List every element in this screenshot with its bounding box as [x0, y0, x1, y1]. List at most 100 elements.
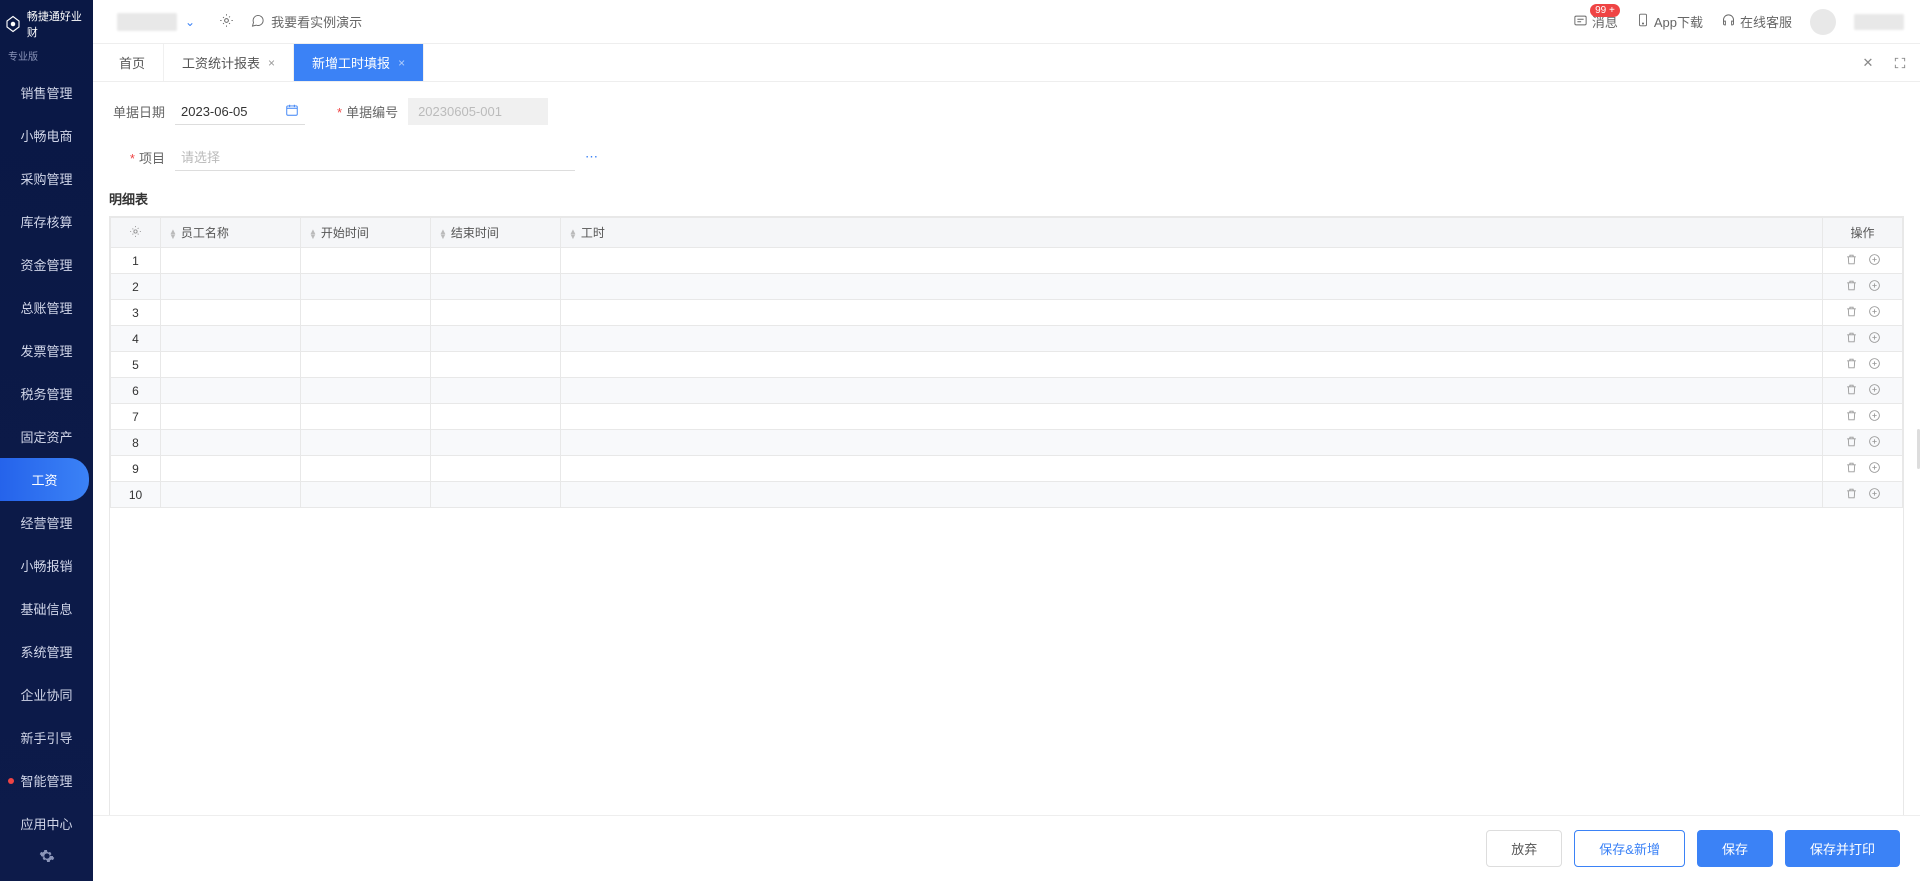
cell-start[interactable] — [301, 326, 431, 352]
add-row-icon[interactable] — [1868, 461, 1881, 477]
cell-hours[interactable] — [561, 326, 1823, 352]
tab-2[interactable]: 新增工时填报× — [294, 44, 424, 81]
cell-hours[interactable] — [561, 248, 1823, 274]
cell-hours[interactable] — [561, 300, 1823, 326]
cell-end[interactable] — [431, 404, 561, 430]
delete-row-icon[interactable] — [1845, 279, 1858, 295]
nav-item-6[interactable]: 发票管理 — [0, 329, 93, 372]
add-row-icon[interactable] — [1868, 331, 1881, 347]
col-end[interactable]: ▲▼结束时间 — [431, 218, 561, 248]
delete-row-icon[interactable] — [1845, 409, 1858, 425]
cell-end[interactable] — [431, 430, 561, 456]
cell-hours[interactable] — [561, 482, 1823, 508]
nav-item-12[interactable]: 基础信息 — [0, 587, 93, 630]
cell-start[interactable] — [301, 456, 431, 482]
cell-employee[interactable] — [161, 352, 301, 378]
nav-item-7[interactable]: 税务管理 — [0, 372, 93, 415]
table-row[interactable]: 7 — [111, 404, 1903, 430]
nav-item-5[interactable]: 总账管理 — [0, 286, 93, 329]
app-download-button[interactable]: App下载 — [1636, 12, 1703, 31]
cell-employee[interactable] — [161, 404, 301, 430]
add-row-icon[interactable] — [1868, 357, 1881, 373]
cell-start[interactable] — [301, 430, 431, 456]
table-row[interactable]: 1 — [111, 248, 1903, 274]
cell-employee[interactable] — [161, 378, 301, 404]
delete-row-icon[interactable] — [1845, 487, 1858, 503]
add-row-icon[interactable] — [1868, 383, 1881, 399]
cell-start[interactable] — [301, 404, 431, 430]
cell-start[interactable] — [301, 300, 431, 326]
date-input[interactable]: 2023-06-05 — [175, 99, 305, 125]
cell-end[interactable] — [431, 274, 561, 300]
col-hours[interactable]: ▲▼工时 — [561, 218, 1823, 248]
cell-end[interactable] — [431, 300, 561, 326]
online-service-button[interactable]: 在线客服 — [1721, 12, 1792, 31]
project-input[interactable]: 请选择 — [175, 143, 575, 171]
delete-row-icon[interactable] — [1845, 383, 1858, 399]
cell-end[interactable] — [431, 378, 561, 404]
nav-item-8[interactable]: 固定资产 — [0, 415, 93, 458]
col-start[interactable]: ▲▼开始时间 — [301, 218, 431, 248]
cell-end[interactable] — [431, 352, 561, 378]
cell-start[interactable] — [301, 352, 431, 378]
cell-employee[interactable] — [161, 456, 301, 482]
cell-start[interactable] — [301, 274, 431, 300]
nav-item-15[interactable]: 新手引导 — [0, 716, 93, 759]
cell-start[interactable] — [301, 248, 431, 274]
cell-start[interactable] — [301, 482, 431, 508]
cell-hours[interactable] — [561, 378, 1823, 404]
nav-item-16[interactable]: 智能管理 — [0, 759, 93, 802]
save-new-button[interactable]: 保存&新增 — [1574, 830, 1685, 867]
add-row-icon[interactable] — [1868, 487, 1881, 503]
fullscreen-icon[interactable] — [1888, 51, 1912, 75]
org-settings-icon[interactable] — [219, 13, 234, 31]
nav-item-3[interactable]: 库存核算 — [0, 200, 93, 243]
discard-button[interactable]: 放弃 — [1486, 830, 1562, 867]
nav-item-11[interactable]: 小畅报销 — [0, 544, 93, 587]
table-row[interactable]: 2 — [111, 274, 1903, 300]
table-row[interactable]: 10 — [111, 482, 1903, 508]
delete-row-icon[interactable] — [1845, 357, 1858, 373]
col-settings[interactable] — [111, 218, 161, 248]
org-selector[interactable]: ⌄ — [109, 9, 203, 35]
settings-icon[interactable] — [39, 851, 55, 868]
add-row-icon[interactable] — [1868, 279, 1881, 295]
tab-close-icon[interactable]: × — [398, 56, 405, 70]
delete-row-icon[interactable] — [1845, 305, 1858, 321]
cell-hours[interactable] — [561, 352, 1823, 378]
cell-end[interactable] — [431, 482, 561, 508]
delete-row-icon[interactable] — [1845, 331, 1858, 347]
nav-item-1[interactable]: 小畅电商 — [0, 114, 93, 157]
cell-employee[interactable] — [161, 300, 301, 326]
cell-hours[interactable] — [561, 404, 1823, 430]
close-all-tabs-icon[interactable]: ✕ — [1856, 51, 1880, 75]
add-row-icon[interactable] — [1868, 409, 1881, 425]
cell-end[interactable] — [431, 326, 561, 352]
messages-button[interactable]: 消息 99 + — [1573, 12, 1618, 31]
avatar[interactable] — [1810, 9, 1836, 35]
nav-item-14[interactable]: 企业协同 — [0, 673, 93, 716]
add-row-icon[interactable] — [1868, 253, 1881, 269]
nav-item-4[interactable]: 资金管理 — [0, 243, 93, 286]
cell-hours[interactable] — [561, 274, 1823, 300]
more-icon[interactable]: ⋯ — [585, 149, 598, 165]
cell-employee[interactable] — [161, 274, 301, 300]
cell-hours[interactable] — [561, 456, 1823, 482]
cell-end[interactable] — [431, 456, 561, 482]
table-row[interactable]: 9 — [111, 456, 1903, 482]
delete-row-icon[interactable] — [1845, 435, 1858, 451]
col-employee[interactable]: ▲▼员工名称 — [161, 218, 301, 248]
table-row[interactable]: 6 — [111, 378, 1903, 404]
demo-link[interactable]: 我要看实例演示 — [250, 12, 362, 31]
nav-item-9[interactable]: 工资 — [0, 458, 89, 501]
save-button[interactable]: 保存 — [1697, 830, 1773, 867]
cell-hours[interactable] — [561, 430, 1823, 456]
table-row[interactable]: 5 — [111, 352, 1903, 378]
nav-item-13[interactable]: 系统管理 — [0, 630, 93, 673]
cell-start[interactable] — [301, 378, 431, 404]
cell-employee[interactable] — [161, 430, 301, 456]
username[interactable] — [1854, 14, 1904, 30]
nav-item-17[interactable]: 应用中心 — [0, 802, 93, 836]
delete-row-icon[interactable] — [1845, 461, 1858, 477]
table-row[interactable]: 3 — [111, 300, 1903, 326]
